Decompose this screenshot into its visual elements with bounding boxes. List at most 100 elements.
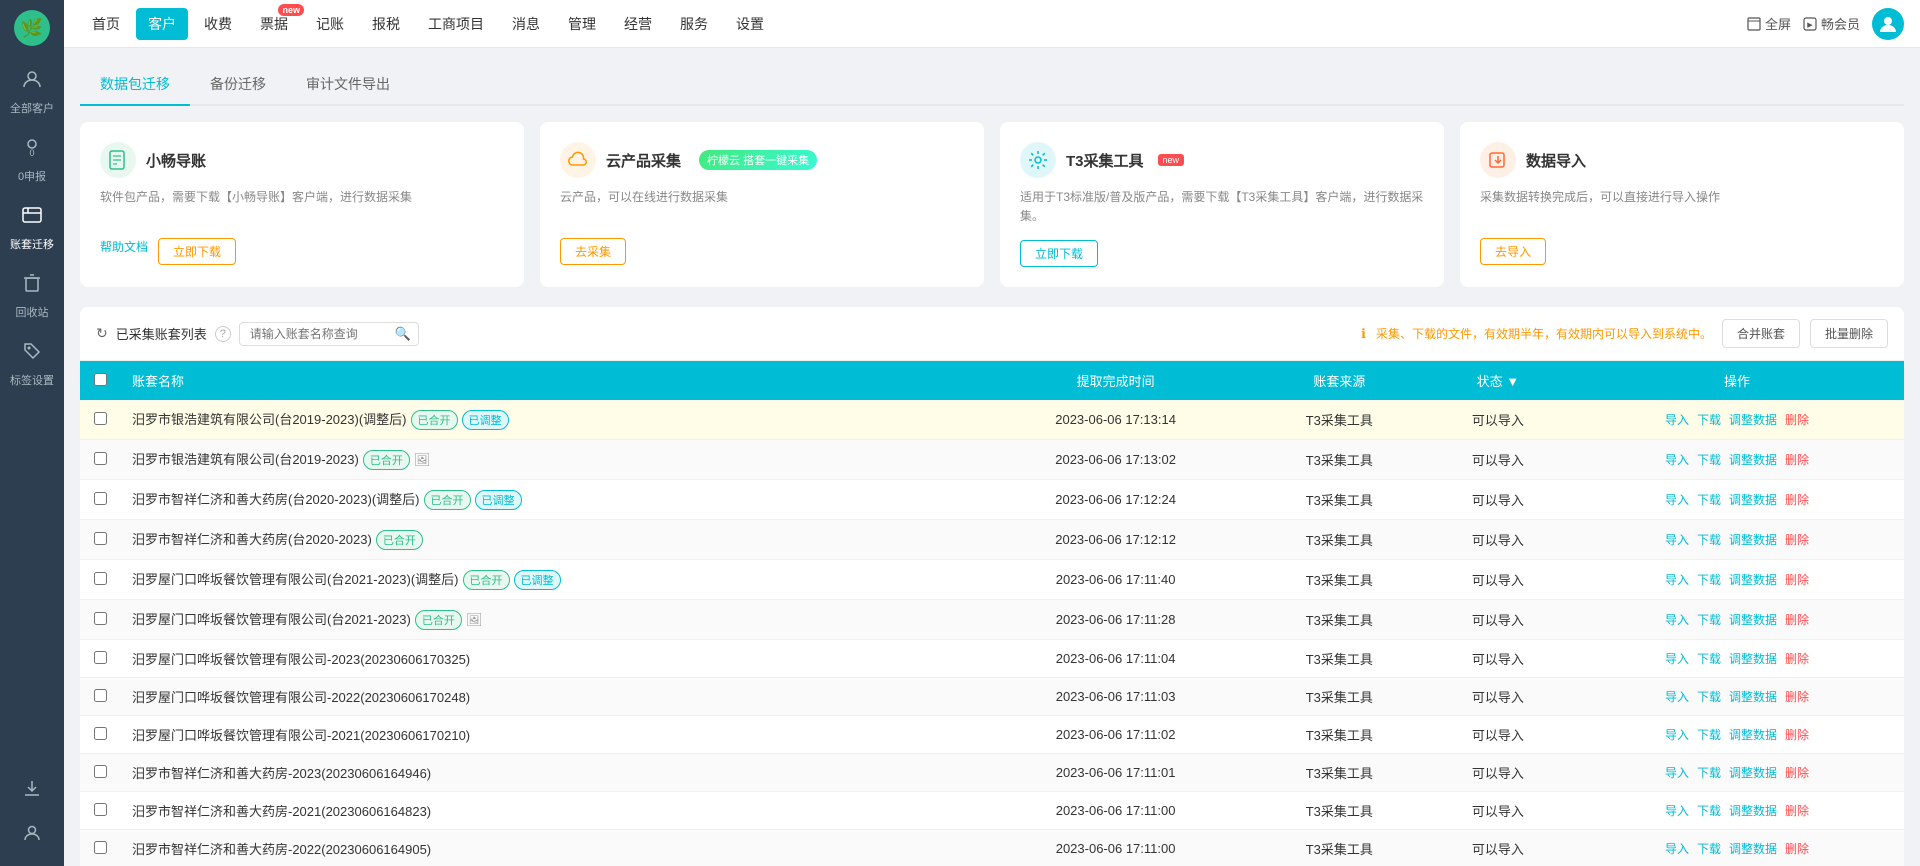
op-delete-link[interactable]: 删除: [1785, 842, 1809, 856]
op-import-link[interactable]: 导入: [1665, 728, 1689, 742]
op-download-link[interactable]: 下载: [1697, 533, 1721, 547]
op-download-link[interactable]: 下载: [1697, 652, 1721, 666]
row-checkbox[interactable]: [94, 803, 107, 816]
op-delete-link[interactable]: 删除: [1785, 573, 1809, 587]
download-now-btn-1[interactable]: 立即下载: [158, 238, 236, 265]
help-doc-link[interactable]: 帮助文档: [100, 238, 148, 265]
sidebar-user-btn[interactable]: [18, 815, 46, 856]
nav-home[interactable]: 首页: [80, 8, 132, 40]
row-checkbox[interactable]: [94, 492, 107, 505]
row-image-icon[interactable]: 🖼: [414, 452, 431, 467]
select-all-checkbox[interactable]: [94, 373, 107, 386]
op-download-link[interactable]: 下载: [1697, 413, 1721, 427]
op-download-link[interactable]: 下载: [1697, 573, 1721, 587]
row-checkbox[interactable]: [94, 765, 107, 778]
nav-tax[interactable]: 报税: [360, 8, 412, 40]
op-adjust-link[interactable]: 调整数据: [1729, 533, 1777, 547]
sidebar-item-zero-report[interactable]: 0 0申报: [0, 126, 64, 194]
row-checkbox[interactable]: [94, 651, 107, 664]
op-delete-link[interactable]: 删除: [1785, 804, 1809, 818]
go-collect-btn[interactable]: 去采集: [560, 238, 626, 265]
op-download-link[interactable]: 下载: [1697, 766, 1721, 780]
op-download-link[interactable]: 下载: [1697, 728, 1721, 742]
op-adjust-link[interactable]: 调整数据: [1729, 728, 1777, 742]
op-import-link[interactable]: 导入: [1665, 573, 1689, 587]
row-image-icon[interactable]: 🖼: [466, 612, 483, 627]
sidebar-item-all-clients[interactable]: 全部客户: [0, 58, 64, 126]
op-delete-link[interactable]: 删除: [1785, 533, 1809, 547]
sidebar-item-recycle-bin[interactable]: 回收站: [0, 262, 64, 330]
row-checkbox[interactable]: [94, 532, 107, 545]
sidebar-item-tag-settings[interactable]: 标签设置: [0, 330, 64, 398]
merge-accounts-btn[interactable]: 合并账套: [1722, 319, 1800, 348]
op-download-link[interactable]: 下载: [1697, 453, 1721, 467]
op-adjust-link[interactable]: 调整数据: [1729, 453, 1777, 467]
row-checkbox[interactable]: [94, 612, 107, 625]
op-import-link[interactable]: 导入: [1665, 690, 1689, 704]
op-import-link[interactable]: 导入: [1665, 493, 1689, 507]
nav-service[interactable]: 服务: [668, 8, 720, 40]
op-adjust-link[interactable]: 调整数据: [1729, 652, 1777, 666]
refresh-icon[interactable]: ↻: [96, 325, 108, 342]
op-import-link[interactable]: 导入: [1665, 453, 1689, 467]
row-checkbox[interactable]: [94, 412, 107, 425]
op-adjust-link[interactable]: 调整数据: [1729, 804, 1777, 818]
tab-audit-export[interactable]: 审计文件导出: [286, 64, 410, 106]
row-checkbox[interactable]: [94, 452, 107, 465]
member-btn[interactable]: ▶ 畅会员: [1803, 14, 1860, 33]
tab-backup-migrate[interactable]: 备份迁移: [190, 64, 286, 106]
op-delete-link[interactable]: 删除: [1785, 766, 1809, 780]
row-checkbox[interactable]: [94, 572, 107, 585]
nav-operations[interactable]: 经营: [612, 8, 664, 40]
op-delete-link[interactable]: 删除: [1785, 613, 1809, 627]
op-download-link[interactable]: 下载: [1697, 842, 1721, 856]
op-delete-link[interactable]: 删除: [1785, 453, 1809, 467]
tab-data-migrate[interactable]: 数据包迁移: [80, 64, 190, 106]
nav-settings[interactable]: 设置: [724, 8, 776, 40]
op-import-link[interactable]: 导入: [1665, 804, 1689, 818]
op-import-link[interactable]: 导入: [1665, 613, 1689, 627]
search-icon[interactable]: 🔍: [395, 326, 411, 342]
op-delete-link[interactable]: 删除: [1785, 728, 1809, 742]
app-logo[interactable]: 🌿: [12, 8, 52, 48]
user-avatar[interactable]: [1872, 8, 1904, 40]
sidebar-item-account-migrate[interactable]: 账套迁移: [0, 194, 64, 262]
op-delete-link[interactable]: 删除: [1785, 493, 1809, 507]
op-delete-link[interactable]: 删除: [1785, 413, 1809, 427]
op-import-link[interactable]: 导入: [1665, 842, 1689, 856]
op-adjust-link[interactable]: 调整数据: [1729, 766, 1777, 780]
op-download-link[interactable]: 下载: [1697, 613, 1721, 627]
op-import-link[interactable]: 导入: [1665, 766, 1689, 780]
op-import-link[interactable]: 导入: [1665, 413, 1689, 427]
nav-manage[interactable]: 管理: [556, 8, 608, 40]
row-checkbox[interactable]: [94, 689, 107, 702]
nav-messages[interactable]: 消息: [500, 8, 552, 40]
op-adjust-link[interactable]: 调整数据: [1729, 573, 1777, 587]
op-download-link[interactable]: 下载: [1697, 690, 1721, 704]
nav-invoice[interactable]: 票据 new: [248, 8, 300, 40]
op-download-link[interactable]: 下载: [1697, 493, 1721, 507]
op-adjust-link[interactable]: 调整数据: [1729, 413, 1777, 427]
nav-business[interactable]: 工商项目: [416, 8, 496, 40]
row-checkbox[interactable]: [94, 727, 107, 740]
fullscreen-btn[interactable]: 全屏: [1747, 14, 1791, 33]
op-import-link[interactable]: 导入: [1665, 652, 1689, 666]
op-delete-link[interactable]: 删除: [1785, 690, 1809, 704]
op-import-link[interactable]: 导入: [1665, 533, 1689, 547]
op-adjust-link[interactable]: 调整数据: [1729, 493, 1777, 507]
op-adjust-link[interactable]: 调整数据: [1729, 690, 1777, 704]
op-download-link[interactable]: 下载: [1697, 804, 1721, 818]
row-checkbox[interactable]: [94, 841, 107, 854]
nav-billing[interactable]: 收费: [192, 8, 244, 40]
nav-bookkeeping[interactable]: 记账: [304, 8, 356, 40]
op-adjust-link[interactable]: 调整数据: [1729, 613, 1777, 627]
op-delete-link[interactable]: 删除: [1785, 652, 1809, 666]
help-circle-icon[interactable]: ?: [215, 326, 231, 342]
op-adjust-link[interactable]: 调整数据: [1729, 842, 1777, 856]
sidebar-download-btn[interactable]: [18, 770, 46, 811]
nav-clients[interactable]: 客户: [136, 8, 188, 40]
batch-delete-btn[interactable]: 批量删除: [1810, 319, 1888, 348]
go-import-btn[interactable]: 去导入: [1480, 238, 1546, 265]
col-status[interactable]: 状态 ▼: [1426, 361, 1570, 400]
search-input[interactable]: [239, 322, 419, 346]
